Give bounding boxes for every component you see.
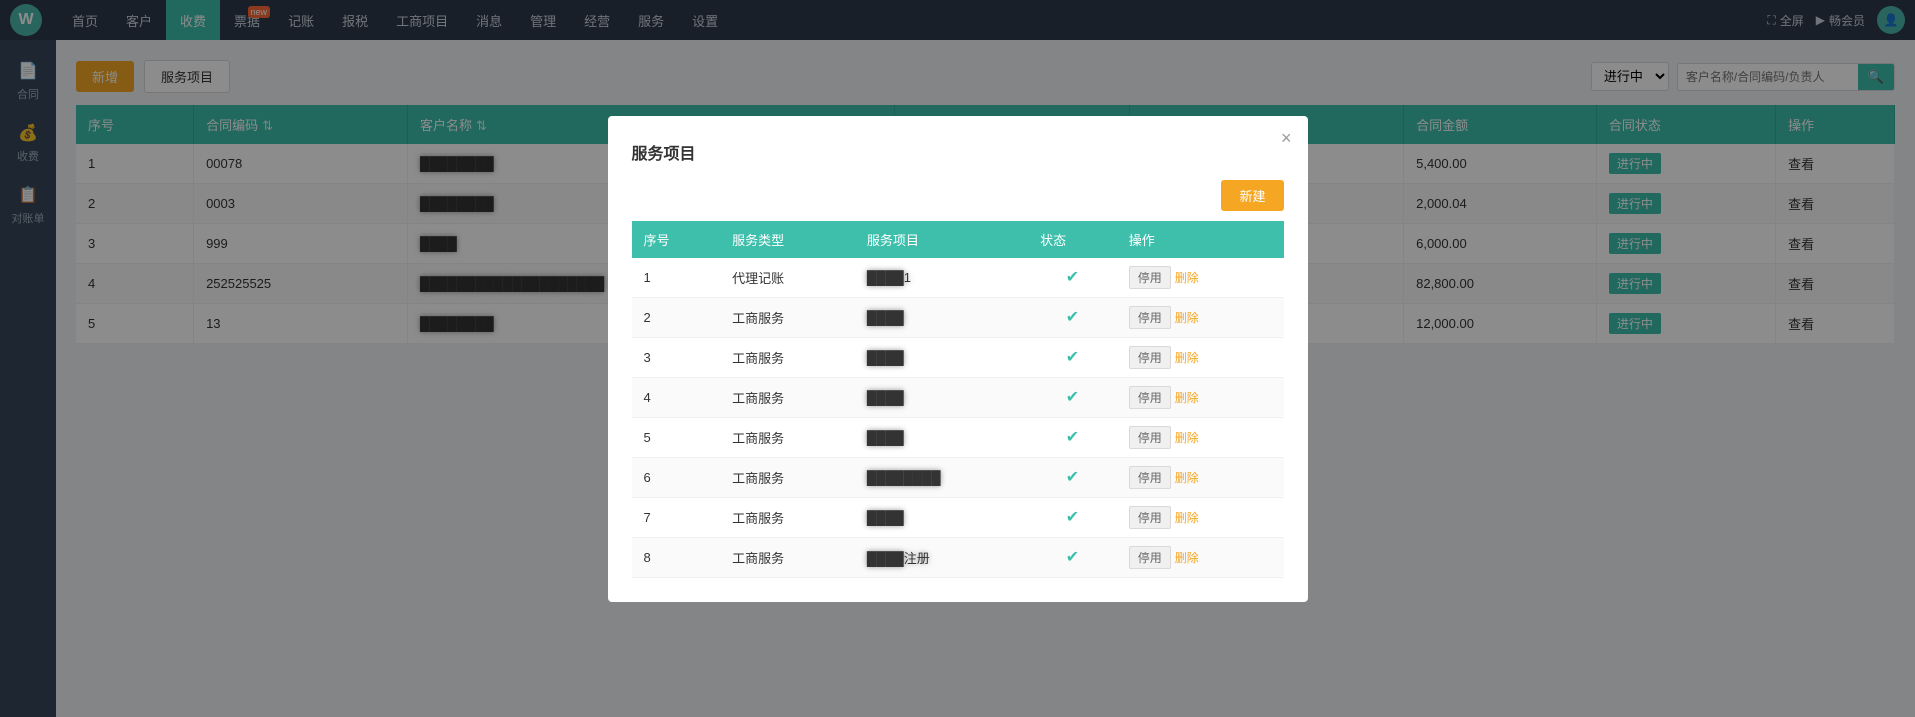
modal-status: ✔ <box>1028 537 1117 577</box>
modal-project: ████ <box>855 337 1028 377</box>
delete-button[interactable]: 删除 <box>1175 549 1199 566</box>
modal-ops: 停用删除 <box>1117 258 1284 298</box>
status-check-icon: ✔ <box>1066 469 1079 486</box>
modal-close-button[interactable]: × <box>1281 128 1292 149</box>
modal-status: ✔ <box>1028 258 1117 298</box>
status-check-icon: ✔ <box>1066 549 1079 566</box>
modal-type: 工商服务 <box>720 417 855 457</box>
stop-button[interactable]: 停用 <box>1129 466 1171 489</box>
modal-type: 工商服务 <box>720 457 855 497</box>
modal-table-row: 6工商服务████████ ✔ 停用删除 <box>632 457 1284 497</box>
modal-status: ✔ <box>1028 377 1117 417</box>
modal-table-wrap: 序号服务类型服务项目状态操作1代理记账████1✔停用删除2工商服务████✔停… <box>632 221 1284 578</box>
modal-status: ✔ <box>1028 337 1117 377</box>
modal-type: 工商服务 <box>720 497 855 537</box>
stop-button[interactable]: 停用 <box>1129 386 1171 409</box>
modal-project: ████注册 <box>855 537 1028 577</box>
modal-seq: 7 <box>632 497 721 537</box>
modal-ops: 停用删除 <box>1117 297 1284 337</box>
delete-button[interactable]: 删除 <box>1175 349 1199 366</box>
status-check-icon: ✔ <box>1066 269 1079 286</box>
delete-button[interactable]: 删除 <box>1175 429 1199 446</box>
modal-table-row: 8工商服务████注册 ✔ 停用删除 <box>632 537 1284 577</box>
modal-ops: 停用删除 <box>1117 377 1284 417</box>
modal-table: 序号服务类型服务项目状态操作1代理记账████1✔停用删除2工商服务████✔停… <box>632 221 1284 578</box>
stop-button[interactable]: 停用 <box>1129 426 1171 449</box>
modal-col-header: 状态 <box>1028 221 1117 258</box>
stop-button[interactable]: 停用 <box>1129 506 1171 529</box>
modal-col-header: 序号 <box>632 221 721 258</box>
modal-toolbar: 新建 <box>632 180 1284 211</box>
delete-button[interactable]: 删除 <box>1175 389 1199 406</box>
modal-project: ████ <box>855 417 1028 457</box>
modal-project: ████████ <box>855 457 1028 497</box>
modal-status: ✔ <box>1028 457 1117 497</box>
modal-overlay[interactable]: × 服务项目 新建 序号服务类型服务项目状态操作1代理记账████1✔停用删除2… <box>0 0 1915 717</box>
modal-col-header: 操作 <box>1117 221 1284 258</box>
modal-ops: 停用删除 <box>1117 457 1284 497</box>
modal-seq: 3 <box>632 337 721 377</box>
status-check-icon: ✔ <box>1066 389 1079 406</box>
modal-type: 工商服务 <box>720 337 855 377</box>
modal-new-button[interactable]: 新建 <box>1221 180 1283 211</box>
modal-status: ✔ <box>1028 497 1117 537</box>
status-check-icon: ✔ <box>1066 509 1079 526</box>
stop-button[interactable]: 停用 <box>1129 306 1171 329</box>
modal-type: 工商服务 <box>720 297 855 337</box>
modal-type: 代理记账 <box>720 258 855 298</box>
modal-seq: 1 <box>632 258 721 298</box>
modal-ops: 停用删除 <box>1117 417 1284 457</box>
modal-col-header: 服务类型 <box>720 221 855 258</box>
modal-status: ✔ <box>1028 297 1117 337</box>
modal-table-row: 4工商服务████ ✔ 停用删除 <box>632 377 1284 417</box>
modal-ops: 停用删除 <box>1117 537 1284 577</box>
modal-project: ████ <box>855 497 1028 537</box>
delete-button[interactable]: 删除 <box>1175 469 1199 486</box>
status-check-icon: ✔ <box>1066 309 1079 326</box>
stop-button[interactable]: 停用 <box>1129 546 1171 569</box>
modal-project: ████ <box>855 297 1028 337</box>
service-modal: × 服务项目 新建 序号服务类型服务项目状态操作1代理记账████1✔停用删除2… <box>608 116 1308 602</box>
modal-seq: 4 <box>632 377 721 417</box>
modal-type: 工商服务 <box>720 377 855 417</box>
modal-table-row: 5工商服务████ ✔ 停用删除 <box>632 417 1284 457</box>
modal-project: ████ <box>855 377 1028 417</box>
modal-seq: 6 <box>632 457 721 497</box>
modal-table-row: 7工商服务████ ✔ 停用删除 <box>632 497 1284 537</box>
delete-button[interactable]: 删除 <box>1175 269 1199 286</box>
status-check-icon: ✔ <box>1066 429 1079 446</box>
delete-button[interactable]: 删除 <box>1175 309 1199 326</box>
delete-button[interactable]: 删除 <box>1175 509 1199 526</box>
modal-seq: 2 <box>632 297 721 337</box>
status-check-icon: ✔ <box>1066 349 1079 366</box>
stop-button[interactable]: 停用 <box>1129 266 1171 289</box>
modal-table-row: 2工商服务████ ✔ 停用删除 <box>632 297 1284 337</box>
modal-col-header: 服务项目 <box>855 221 1028 258</box>
stop-button[interactable]: 停用 <box>1129 346 1171 369</box>
modal-table-row: 3工商服务████ ✔ 停用删除 <box>632 337 1284 377</box>
modal-seq: 5 <box>632 417 721 457</box>
modal-type: 工商服务 <box>720 537 855 577</box>
modal-ops: 停用删除 <box>1117 337 1284 377</box>
modal-title: 服务项目 <box>632 140 1284 164</box>
modal-project: ████1 <box>855 258 1028 298</box>
modal-table-row: 1代理记账████1 ✔ 停用删除 <box>632 258 1284 298</box>
modal-ops: 停用删除 <box>1117 497 1284 537</box>
modal-status: ✔ <box>1028 417 1117 457</box>
modal-seq: 8 <box>632 537 721 577</box>
